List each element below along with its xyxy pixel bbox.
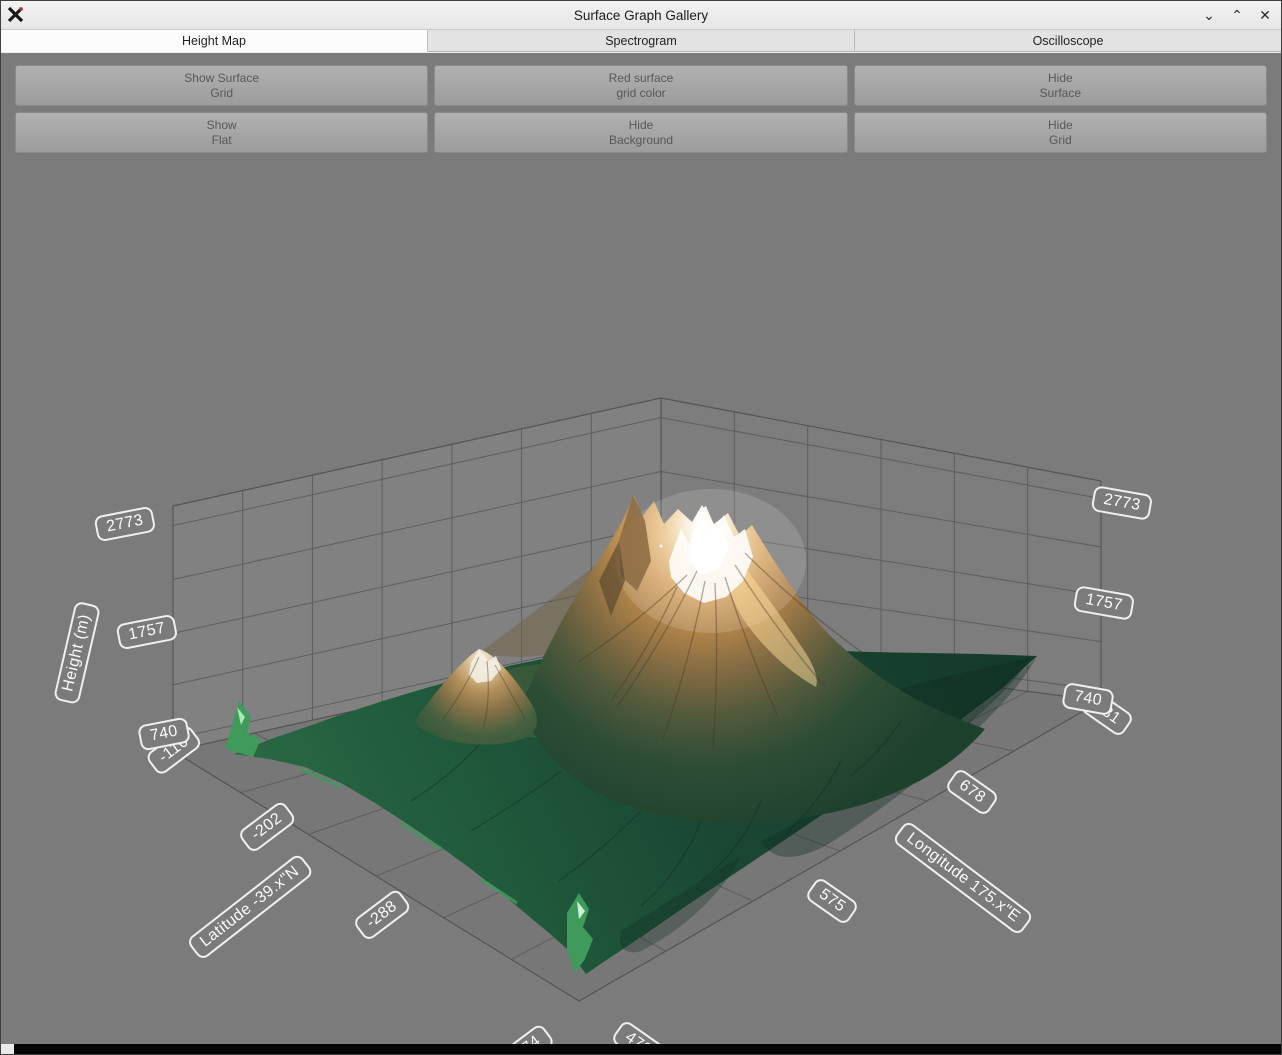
bottom-edge-strip <box>1 1044 1281 1054</box>
tab-bar: Height Map Spectrogram Oscilloscope <box>1 30 1281 54</box>
button-label: Grid <box>210 86 233 101</box>
shade-button[interactable]: ⌄ <box>1201 1 1217 29</box>
chart-panel: Show Surface Grid Red surface grid color… <box>1 53 1281 1044</box>
window-controls: ⌄ ⌃ ✕ <box>1201 1 1273 29</box>
tab-height-map[interactable]: Height Map <box>1 30 428 52</box>
hide-surface-button[interactable]: Hide Surface <box>854 65 1267 106</box>
app-window: Surface Graph Gallery ⌄ ⌃ ✕ Height Map S… <box>0 0 1282 1055</box>
button-label: Surface <box>1040 86 1081 101</box>
button-label: Show <box>207 118 237 133</box>
button-label: Background <box>609 133 673 148</box>
button-label: Grid <box>1049 133 1072 148</box>
hide-grid-button[interactable]: Hide Grid <box>854 112 1267 153</box>
show-flat-button[interactable]: Show Flat <box>15 112 428 153</box>
tab-spectrogram[interactable]: Spectrogram <box>428 30 855 52</box>
hide-background-button[interactable]: Hide Background <box>434 112 847 153</box>
tab-oscilloscope[interactable]: Oscilloscope <box>855 30 1281 52</box>
toolbar: Show Surface Grid Red surface grid color… <box>15 65 1267 153</box>
button-label: Hide <box>629 118 654 133</box>
button-label: Hide <box>1048 71 1073 86</box>
surface-grid-color-button[interactable]: Red surface grid color <box>434 65 847 106</box>
tab-label: Spectrogram <box>605 34 677 48</box>
window-title: Surface Graph Gallery <box>1 8 1281 23</box>
button-label: Hide <box>1048 118 1073 133</box>
tab-label: Height Map <box>182 34 246 48</box>
maximize-button[interactable]: ⌃ <box>1229 1 1245 29</box>
button-label: Flat <box>212 133 232 148</box>
close-button[interactable]: ✕ <box>1257 1 1273 29</box>
surface-plot-canvas <box>1 53 1281 1044</box>
titlebar: Surface Graph Gallery ⌄ ⌃ ✕ <box>1 1 1281 30</box>
show-surface-grid-button[interactable]: Show Surface Grid <box>15 65 428 106</box>
bottom-corner-block <box>1 1044 14 1054</box>
button-label: Show Surface <box>184 71 259 86</box>
surface-plot[interactable]: 781 678 575 472 -116 -202 -288 374 2773 … <box>1 53 1281 1044</box>
button-label: grid color <box>616 86 665 101</box>
tab-label: Oscilloscope <box>1033 34 1104 48</box>
button-label: Red surface <box>609 71 674 86</box>
